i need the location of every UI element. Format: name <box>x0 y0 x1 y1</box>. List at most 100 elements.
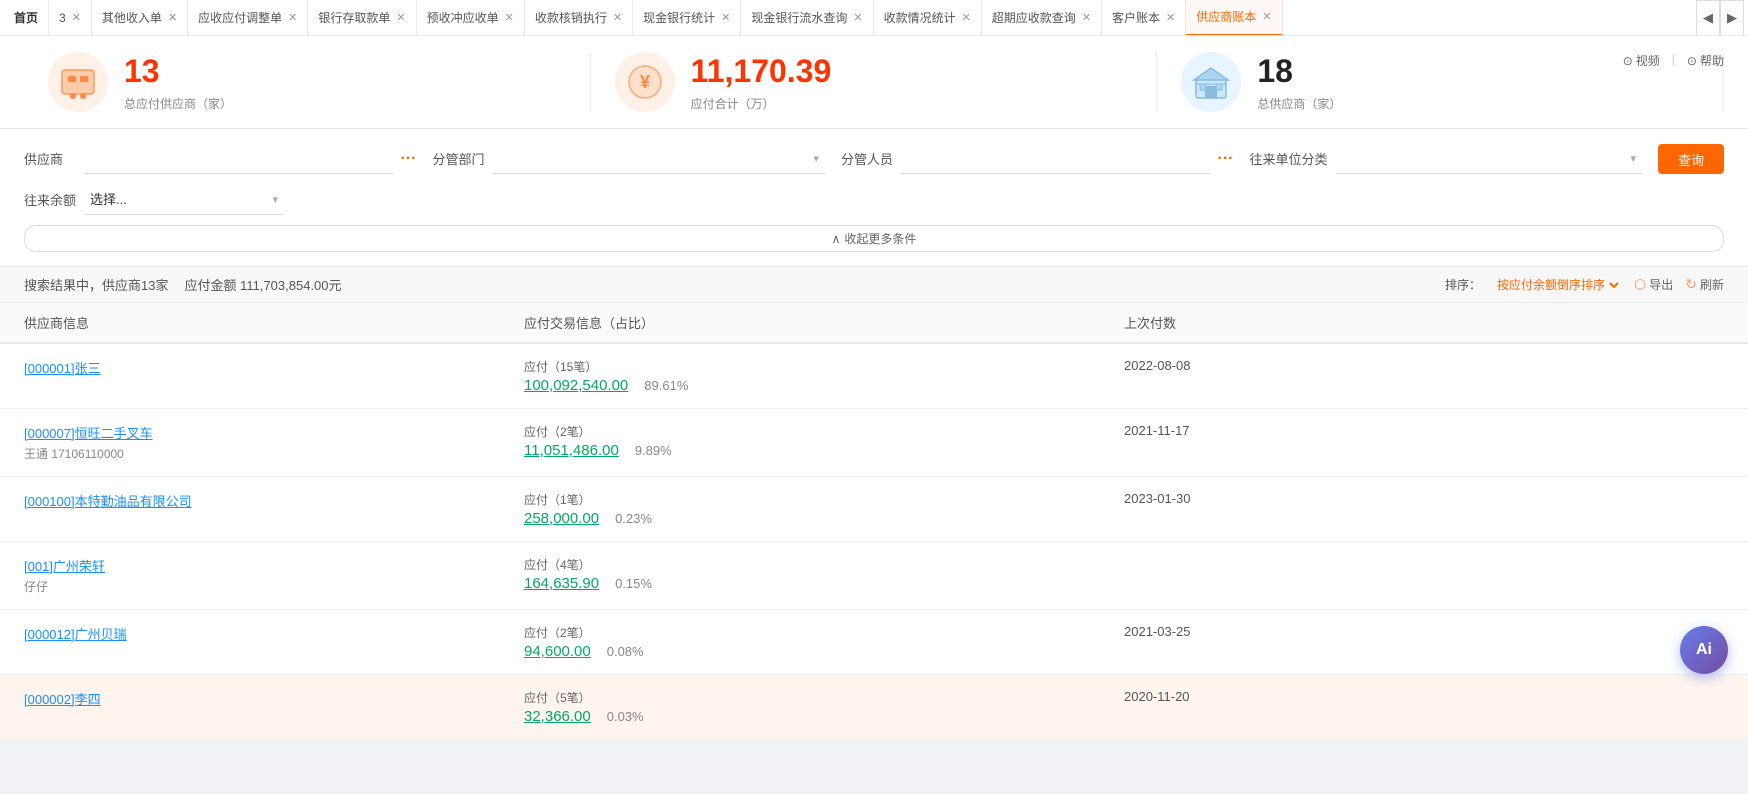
transaction-row-5: 32,366.00 0.03% <box>524 708 1124 725</box>
transaction-row-1: 11,051,486.00 9.89% <box>524 442 1124 459</box>
table-row[interactable]: [000007]恒旺二手叉车 王通 17106110000 应付（2笔） 11,… <box>0 409 1748 477</box>
supplier-dots[interactable]: ··· <box>401 150 417 168</box>
tab-advance-close[interactable]: ✕ <box>505 11 514 24</box>
sort-label: 排序： <box>1445 276 1481 293</box>
transaction-amount-2[interactable]: 258,000.00 <box>524 510 599 527</box>
filter-balance: 往来余额 选择... ▾ <box>24 184 284 215</box>
video-link[interactable]: ⊙ 视频 <box>1623 52 1660 69</box>
table-row[interactable]: [000012]广州贝瑞 应付（2笔） 94,600.00 0.08% 2021… <box>0 610 1748 675</box>
tab-supplier-account-label: 供应商账本 <box>1196 8 1256 25</box>
filter-supplier-label: 供应商 <box>24 149 76 168</box>
filter-category-label: 往来单位分类 <box>1250 149 1328 168</box>
supplier-info-1: [000007]恒旺二手叉车 王通 17106110000 <box>24 423 524 462</box>
tab-home[interactable]: 首页 <box>4 0 49 36</box>
result-bar: 搜索结果中，供应商13家 应付金额 111,703,854.00元 排序： 按应… <box>0 267 1748 303</box>
last-payment-1: 2021-11-17 <box>1124 423 1724 438</box>
tab-3-close[interactable]: ✕ <box>72 11 81 24</box>
table-container: 供应商信息 应付交易信息（占比） 上次付数 [000001]张三 应付（15笔）… <box>0 303 1748 740</box>
export-label: 导出 <box>1649 276 1673 293</box>
person-dots[interactable]: ··· <box>1218 150 1234 168</box>
total-amount-label: 应付合计（万） <box>691 95 832 112</box>
summary-header: 13 总应付供应商（家） ¥ 11,170.39 应付合计（万） <box>0 36 1748 129</box>
total-suppliers-label: 总供应商（家） <box>1257 95 1341 112</box>
transaction-amount-1[interactable]: 11,051,486.00 <box>524 442 619 459</box>
last-payment-5: 2020-11-20 <box>1124 689 1724 704</box>
tab-cash-bank-flow-close[interactable]: ✕ <box>853 11 862 24</box>
tab-collection[interactable]: 收款核销执行 ✕ <box>525 0 633 36</box>
table-header: 供应商信息 应付交易信息（占比） 上次付数 <box>0 303 1748 344</box>
transaction-info-0: 应付（15笔） 100,092,540.00 89.61% <box>524 358 1124 394</box>
summary-card-amount: ¥ 11,170.39 应付合计（万） <box>591 52 1158 112</box>
tab-advance[interactable]: 预收冲应收单 ✕ <box>417 0 525 36</box>
nav-arrow-right[interactable]: ▶ <box>1720 0 1744 36</box>
tab-overdue[interactable]: 超期应收款查询 ✕ <box>982 0 1102 36</box>
tab-ap-adjust-label: 应收应付调整单 <box>198 9 282 26</box>
transaction-row-4: 94,600.00 0.08% <box>524 643 1124 660</box>
tab-customer-account-close[interactable]: ✕ <box>1166 11 1175 24</box>
tab-ap-adjust[interactable]: 应收应付调整单 ✕ <box>188 0 308 36</box>
tab-advance-label: 预收冲应收单 <box>427 9 499 26</box>
filter-dept-select-wrap: ▾ <box>493 143 825 174</box>
tab-cash-bank-flow[interactable]: 现金银行流水查询 ✕ <box>741 0 873 36</box>
supplier-name-3[interactable]: [001]广州荣轩 <box>24 556 524 575</box>
supplier-icon <box>48 52 108 112</box>
supplier-name-4[interactable]: [000012]广州贝瑞 <box>24 624 524 643</box>
filter-category: 往来单位分类 ▾ <box>1250 143 1643 174</box>
table-row[interactable]: [000002]李四 应付（5笔） 32,366.00 0.03% 2020-1… <box>0 675 1748 740</box>
tab-cash-bank-stat-close[interactable]: ✕ <box>721 11 730 24</box>
transaction-amount-4[interactable]: 94,600.00 <box>524 643 591 660</box>
table-row[interactable]: [000100]本特勤油品有限公司 应付（1笔） 258,000.00 0.23… <box>0 477 1748 542</box>
supplier-name-1[interactable]: [000007]恒旺二手叉车 <box>24 423 524 442</box>
result-bar-right: 排序： 按应付余额倒序排序 ⬡ 导出 ↻ 刷新 <box>1445 276 1724 293</box>
tab-customer-account[interactable]: 客户账本 ✕ <box>1102 0 1186 36</box>
summary-info-3: 18 总供应商（家） <box>1257 52 1341 111</box>
supplier-name-5[interactable]: [000002]李四 <box>24 689 524 708</box>
tab-bank-deposit-close[interactable]: ✕ <box>396 11 405 24</box>
supplier-input[interactable] <box>84 144 393 174</box>
transaction-amount-0[interactable]: 100,092,540.00 <box>524 377 628 394</box>
tab-cash-bank-stat[interactable]: 现金银行统计 ✕ <box>633 0 741 36</box>
balance-select[interactable]: 选择... <box>84 184 284 214</box>
tab-ap-adjust-close[interactable]: ✕ <box>288 11 297 24</box>
dept-select[interactable] <box>493 143 825 173</box>
tab-overdue-close[interactable]: ✕ <box>1082 11 1091 24</box>
filter-balance-select-wrap: 选择... ▾ <box>84 184 284 215</box>
sort-select[interactable]: 按应付余额倒序排序 <box>1493 277 1622 293</box>
total-ap-suppliers-label: 总应付供应商（家） <box>124 95 232 112</box>
tab-cash-bank-stat-label: 现金银行统计 <box>643 9 715 26</box>
person-input[interactable] <box>901 144 1210 174</box>
category-select[interactable] <box>1336 143 1642 173</box>
help-link[interactable]: ⊙ 帮助 <box>1687 52 1724 69</box>
tab-bank-deposit[interactable]: 银行存取款单 ✕ <box>308 0 416 36</box>
summary-info-2: 11,170.39 应付合计（万） <box>691 52 832 111</box>
tab-collection-stat-label: 收款情况统计 <box>884 9 956 26</box>
transaction-amount-5[interactable]: 32,366.00 <box>524 708 591 725</box>
tab-supplier-account[interactable]: 供应商账本 ✕ <box>1186 0 1282 36</box>
refresh-button[interactable]: ↻ 刷新 <box>1685 276 1724 293</box>
supplier-info-0: [000001]张三 <box>24 358 524 380</box>
tab-other-income[interactable]: 其他收入单 ✕ <box>92 0 188 36</box>
supplier-info-4: [000012]广州贝瑞 <box>24 624 524 646</box>
supplier-name-2[interactable]: [000100]本特勤油品有限公司 <box>24 491 524 510</box>
collapse-button[interactable]: ∧ 收起更多条件 <box>24 225 1724 252</box>
tab-collection-close[interactable]: ✕ <box>613 11 622 24</box>
transaction-label-3: 应付（4笔） <box>524 556 1124 573</box>
ai-button[interactable]: Ai <box>1680 626 1728 674</box>
table-row[interactable]: [000001]张三 应付（15笔） 100,092,540.00 89.61%… <box>0 344 1748 409</box>
export-button[interactable]: ⬡ 导出 <box>1634 276 1673 293</box>
nav-arrow-left[interactable]: ◀ <box>1696 0 1720 36</box>
transaction-row-2: 258,000.00 0.23% <box>524 510 1124 527</box>
tab-other-income-close[interactable]: ✕ <box>168 11 177 24</box>
table-row[interactable]: [001]广州荣轩 仔仔 应付（4笔） 164,635.90 0.15% <box>0 542 1748 610</box>
supplier-info-5: [000002]李四 <box>24 689 524 711</box>
search-button[interactable]: 查询 <box>1658 144 1724 174</box>
tab-3[interactable]: 3 ✕ <box>49 0 92 36</box>
supplier-info-2: [000100]本特勤油品有限公司 <box>24 491 524 513</box>
tab-supplier-account-close[interactable]: ✕ <box>1262 10 1271 23</box>
transaction-amount-3[interactable]: 164,635.90 <box>524 575 599 592</box>
tab-collection-stat[interactable]: 收款情况统计 ✕ <box>874 0 982 36</box>
tab-collection-stat-close[interactable]: ✕ <box>962 11 971 24</box>
store-icon <box>1181 52 1241 112</box>
summary-info-1: 13 总应付供应商（家） <box>124 52 232 111</box>
supplier-name-0[interactable]: [000001]张三 <box>24 358 524 377</box>
